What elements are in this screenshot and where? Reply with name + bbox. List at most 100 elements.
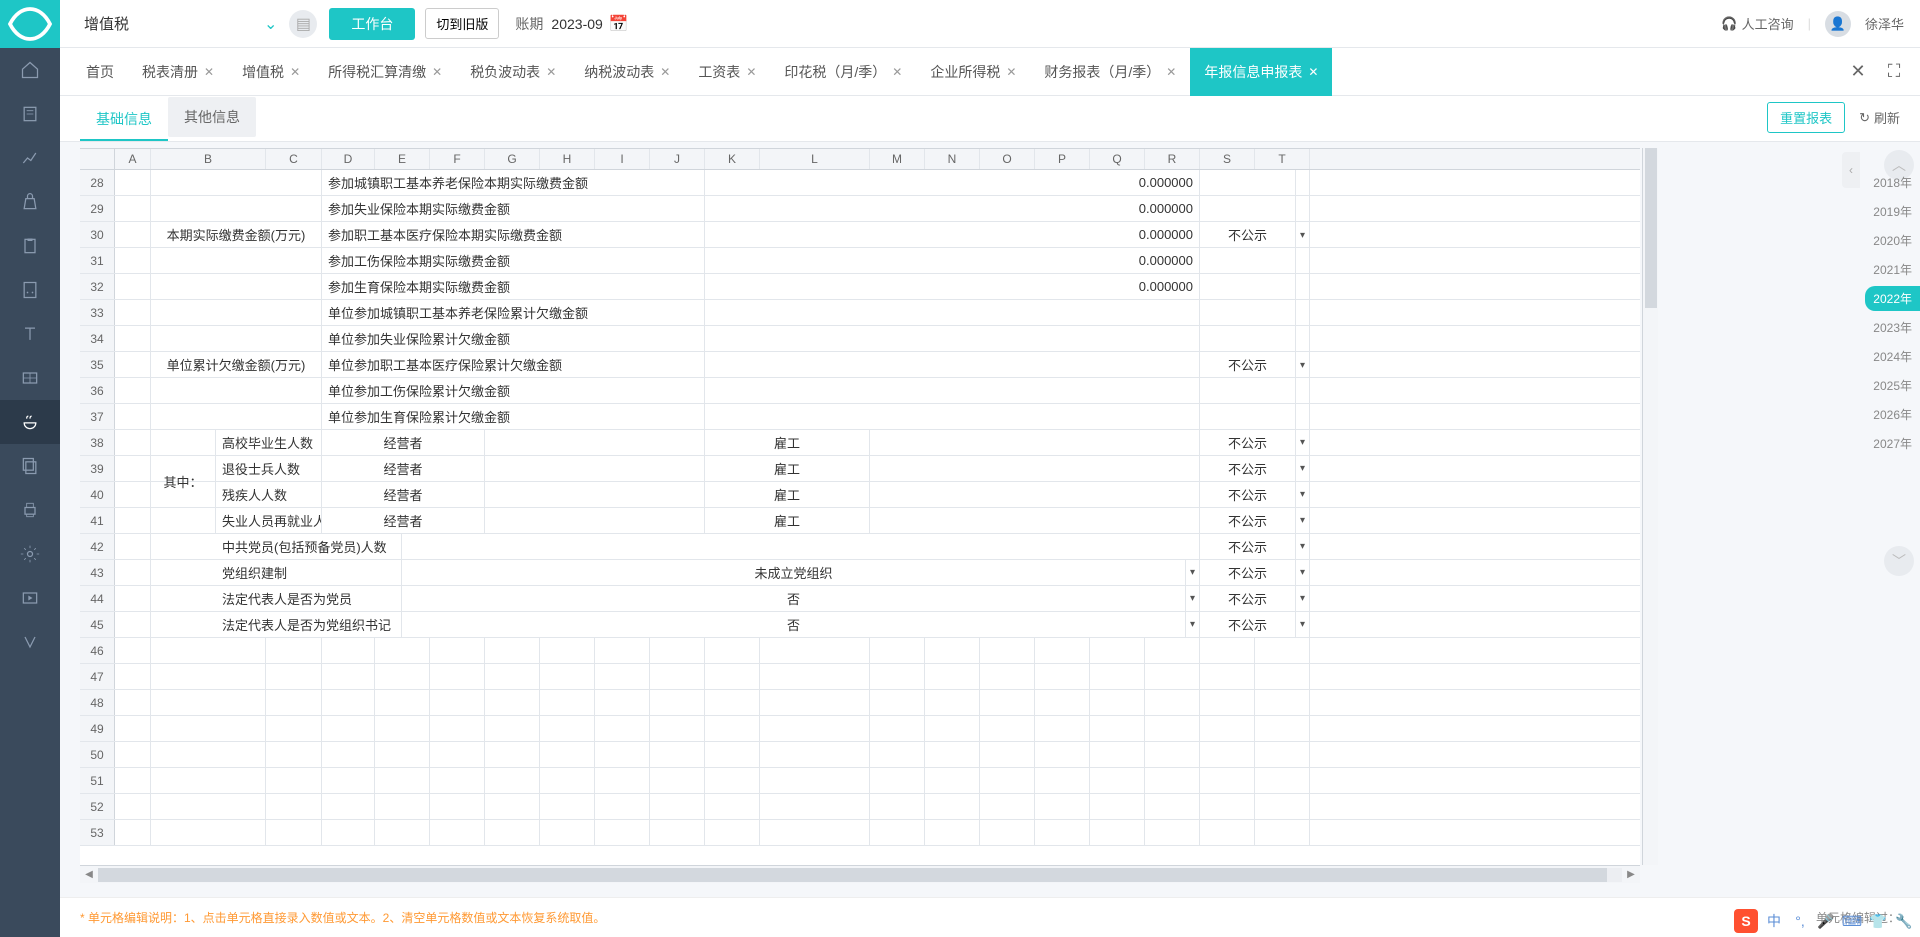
empty-cell[interactable] xyxy=(760,664,870,689)
dropdown-icon[interactable] xyxy=(1296,482,1310,507)
tab-7[interactable]: 印花税（月/季）✕ xyxy=(770,48,916,96)
col-header-C[interactable]: C xyxy=(266,149,322,169)
close-icon[interactable]: ✕ xyxy=(746,65,756,79)
support-link[interactable]: 🎧 人工咨询 xyxy=(1721,14,1793,33)
empty-cell[interactable] xyxy=(322,664,375,689)
nav-home-icon[interactable] xyxy=(0,48,60,92)
empty-cell[interactable] xyxy=(980,638,1035,663)
dropdown-icon[interactable] xyxy=(1186,612,1200,637)
empty-cell[interactable] xyxy=(1035,690,1090,715)
ime-toolbar[interactable]: S 中 °, 🎤 ⌨ 👕 🔧 xyxy=(1734,909,1914,933)
empty-cell[interactable] xyxy=(540,742,595,767)
empty-cell[interactable] xyxy=(115,794,151,819)
empty-cell[interactable] xyxy=(540,638,595,663)
tab-6[interactable]: 工资表✕ xyxy=(684,48,770,96)
year-2020年[interactable]: 2020年 xyxy=(1865,228,1920,253)
empty-cell[interactable] xyxy=(151,794,266,819)
col-header-G[interactable]: G xyxy=(485,149,540,169)
cell-value[interactable] xyxy=(485,430,705,455)
calendar-icon[interactable]: 📅 xyxy=(609,14,629,34)
nav-copy-icon[interactable] xyxy=(0,444,60,488)
empty-cell[interactable] xyxy=(430,794,485,819)
nav-food-icon[interactable] xyxy=(0,400,60,444)
ime-punct-icon[interactable]: °, xyxy=(1790,911,1810,931)
col-header-E[interactable]: E xyxy=(375,149,430,169)
empty-cell[interactable] xyxy=(266,716,322,741)
ime-keyboard-icon[interactable]: ⌨ xyxy=(1842,911,1862,931)
empty-cell[interactable] xyxy=(760,794,870,819)
empty-cell[interactable] xyxy=(650,664,705,689)
empty-cell[interactable] xyxy=(322,794,375,819)
empty-cell[interactable] xyxy=(1255,690,1310,715)
empty-cell[interactable] xyxy=(266,794,322,819)
cell-value[interactable] xyxy=(485,482,705,507)
empty-cell[interactable] xyxy=(870,742,925,767)
empty-cell[interactable] xyxy=(925,690,980,715)
dropdown-icon[interactable] xyxy=(1296,612,1310,637)
cell-value[interactable] xyxy=(705,326,1200,351)
col-header-D[interactable]: D xyxy=(322,149,375,169)
empty-cell[interactable] xyxy=(925,638,980,663)
row-header[interactable]: 47 xyxy=(80,664,115,689)
col-header-J[interactable]: J xyxy=(650,149,705,169)
empty-cell[interactable] xyxy=(1035,820,1090,845)
nav-v-icon[interactable] xyxy=(0,620,60,664)
empty-cell[interactable] xyxy=(595,742,650,767)
col-header-A[interactable]: A xyxy=(115,149,151,169)
tab-10[interactable]: 年报信息申报表✕ xyxy=(1190,48,1332,96)
empty-cell[interactable] xyxy=(595,768,650,793)
empty-cell[interactable] xyxy=(1145,742,1200,767)
empty-cell[interactable] xyxy=(115,716,151,741)
disp-cell[interactable]: 不公示 xyxy=(1200,300,1296,430)
empty-cell[interactable] xyxy=(115,638,151,663)
nav-ledger-icon[interactable] xyxy=(0,92,60,136)
empty-cell[interactable] xyxy=(1145,638,1200,663)
empty-cell[interactable] xyxy=(980,820,1035,845)
cell-value[interactable]: 0.000000 xyxy=(705,196,1200,221)
empty-cell[interactable] xyxy=(430,664,485,689)
year-2023年[interactable]: 2023年 xyxy=(1865,315,1920,340)
row-header[interactable]: 52 xyxy=(80,794,115,819)
empty-cell[interactable] xyxy=(1090,768,1145,793)
empty-cell[interactable] xyxy=(705,716,760,741)
tab-3[interactable]: 所得税汇算清缴✕ xyxy=(314,48,456,96)
row-header[interactable]: 33 xyxy=(80,300,115,325)
empty-cell[interactable] xyxy=(1035,742,1090,767)
empty-cell[interactable] xyxy=(1255,638,1310,663)
empty-cell[interactable] xyxy=(1200,768,1255,793)
disp-cell[interactable]: 不公示 xyxy=(1200,508,1296,533)
empty-cell[interactable] xyxy=(925,716,980,741)
subtab-other[interactable]: 其他信息 xyxy=(168,97,256,137)
cell-value[interactable] xyxy=(402,534,1200,559)
empty-cell[interactable] xyxy=(540,690,595,715)
empty-cell[interactable] xyxy=(322,690,375,715)
close-icon[interactable]: ✕ xyxy=(290,65,300,79)
close-icon[interactable]: ✕ xyxy=(892,65,902,79)
cell-value[interactable]: 否 xyxy=(402,586,1186,611)
dropdown-icon[interactable] xyxy=(1296,560,1310,585)
chevron-down-icon[interactable]: ⌄ xyxy=(264,14,277,34)
dropdown-icon[interactable] xyxy=(1296,508,1310,533)
empty-cell[interactable] xyxy=(375,768,430,793)
empty-cell[interactable] xyxy=(925,820,980,845)
col-header-S[interactable]: S xyxy=(1200,149,1255,169)
empty-cell[interactable] xyxy=(1200,664,1255,689)
empty-cell[interactable] xyxy=(266,664,322,689)
cell-value[interactable] xyxy=(705,404,1200,429)
dropdown-icon[interactable] xyxy=(1296,586,1310,611)
empty-cell[interactable] xyxy=(540,664,595,689)
row-header[interactable]: 40 xyxy=(80,482,115,507)
empty-cell[interactable] xyxy=(705,742,760,767)
tax-type-dropdown[interactable]: 增值税 xyxy=(84,13,264,34)
empty-cell[interactable] xyxy=(1255,742,1310,767)
disp-cell[interactable]: 不公示 xyxy=(1200,456,1296,481)
dropdown-icon[interactable] xyxy=(1296,170,1310,300)
empty-cell[interactable] xyxy=(1255,768,1310,793)
empty-cell[interactable] xyxy=(595,820,650,845)
empty-cell[interactable] xyxy=(430,742,485,767)
empty-cell[interactable] xyxy=(1145,716,1200,741)
row-header[interactable]: 37 xyxy=(80,404,115,429)
disp-cell[interactable]: 不公示 xyxy=(1200,534,1296,559)
empty-cell[interactable] xyxy=(151,690,266,715)
cell-value[interactable]: 0.000000 xyxy=(705,222,1200,247)
